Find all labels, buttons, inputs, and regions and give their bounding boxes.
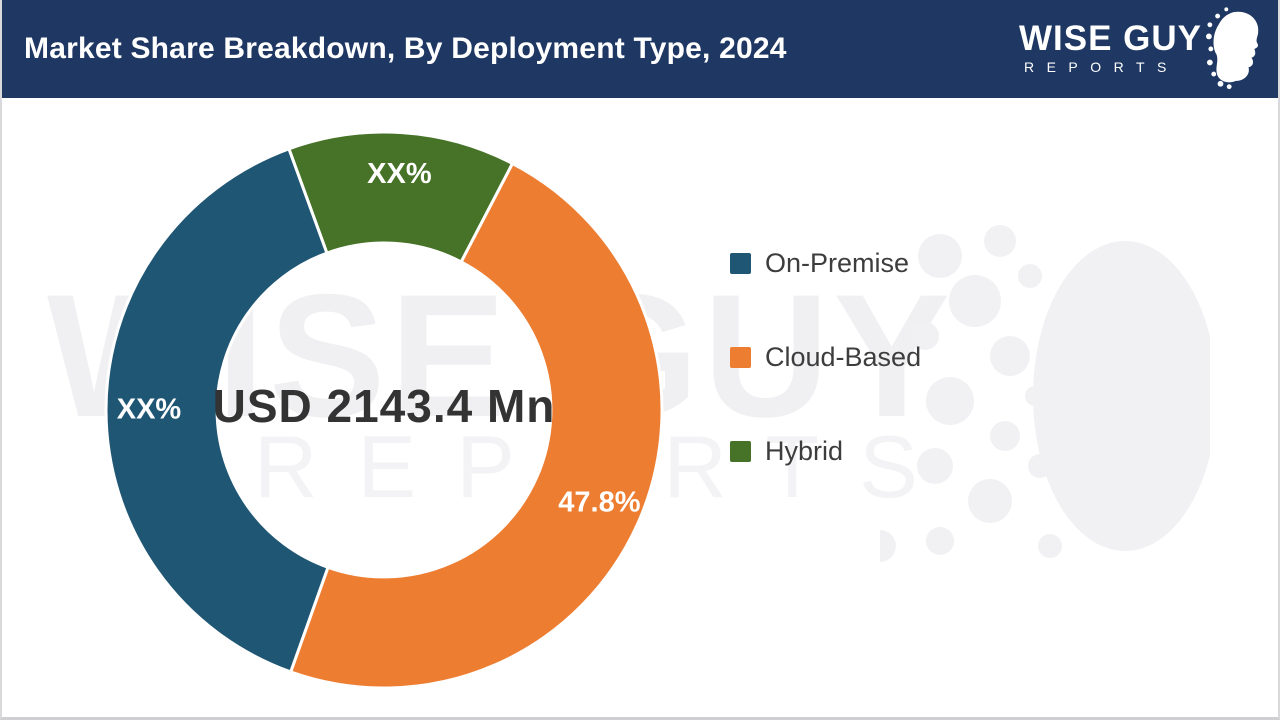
legend-label: On-Premise (765, 248, 910, 278)
legend-item-hybrid: Hybrid (730, 436, 921, 467)
legend-item-cloud-based: Cloud-Based (730, 342, 921, 373)
slice-label-cloud-based: 47.8% (558, 487, 640, 519)
chart-legend: On-Premise Cloud-Based Hybrid (730, 248, 921, 467)
legend-item-on-premise: On-Premise (730, 248, 921, 279)
slice-label-hybrid: XX% (367, 158, 432, 190)
legend-label: Cloud-Based (765, 342, 922, 372)
chart-area: WISE GUY REPORTS XX%47.8%XX% USD 2143.4 … (2, 98, 1278, 717)
logo-subtitle: REPORTS (1023, 58, 1179, 75)
logo-wordmark: WISE GUY (1018, 19, 1202, 59)
header-bar: Market Share Breakdown, By Deployment Ty… (2, 0, 1278, 98)
legend-swatch-hybrid (730, 441, 751, 462)
donut-center-value: USD 2143.4 Mn (212, 380, 556, 432)
logo-face-icon (1206, 7, 1259, 90)
watermark-face-graphic (880, 225, 1210, 562)
page-title: Market Share Breakdown, By Deployment Ty… (24, 32, 787, 65)
legend-swatch-on-premise (730, 253, 751, 274)
infographic-frame: Market Share Breakdown, By Deployment Ty… (0, 0, 1280, 720)
legend-label: Hybrid (765, 436, 844, 466)
wise-guy-reports-logo: WISE GUY REPORTS (1019, 6, 1264, 90)
legend-swatch-cloud-based (730, 347, 751, 368)
